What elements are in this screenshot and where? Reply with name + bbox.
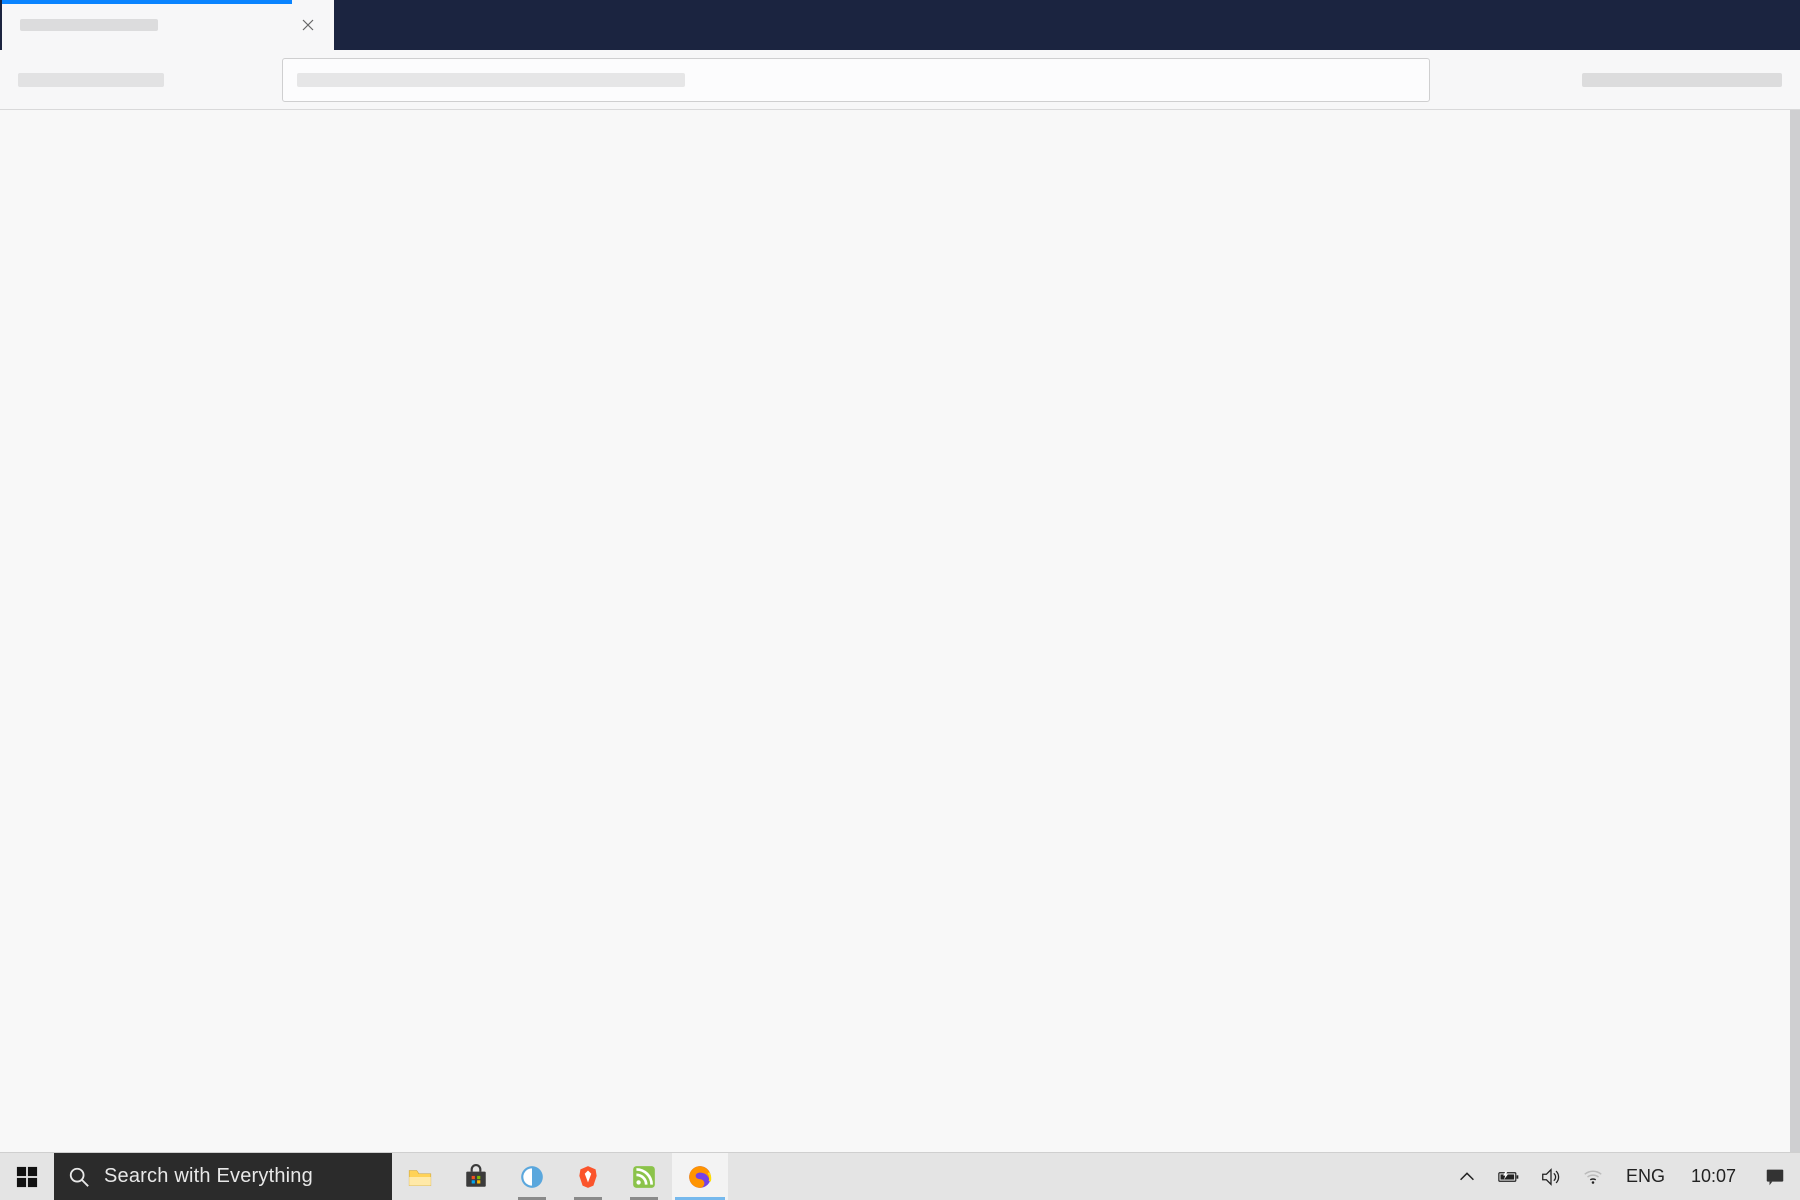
browser-tab-active[interactable] bbox=[2, 0, 334, 50]
chevron-up-icon bbox=[1456, 1166, 1478, 1188]
toolbar-right-placeholder bbox=[1582, 73, 1782, 87]
url-text-placeholder bbox=[297, 73, 685, 87]
browser-toolbar bbox=[0, 50, 1800, 110]
file-explorer-icon bbox=[407, 1164, 433, 1190]
windows-logo-icon bbox=[16, 1166, 38, 1188]
page-content-blank bbox=[0, 110, 1800, 1152]
taskbar-search-placeholder: Search with Everything bbox=[104, 1165, 313, 1188]
vertical-scrollbar[interactable] bbox=[1790, 110, 1800, 1152]
firefox-icon bbox=[687, 1164, 713, 1190]
tray-clock[interactable]: 10:07 bbox=[1683, 1153, 1744, 1200]
nav-buttons-placeholder bbox=[18, 73, 164, 87]
rss-icon bbox=[631, 1164, 657, 1190]
tray-overflow[interactable] bbox=[1452, 1153, 1482, 1200]
taskbar-app-software[interactable] bbox=[504, 1153, 560, 1200]
taskbar-app-microsoft-store[interactable] bbox=[448, 1153, 504, 1200]
search-icon bbox=[68, 1166, 90, 1188]
notification-icon bbox=[1764, 1166, 1786, 1188]
taskbar-app-firefox[interactable] bbox=[672, 1153, 728, 1200]
start-button[interactable] bbox=[0, 1153, 54, 1200]
system-tray: ENG 10:07 bbox=[1452, 1153, 1800, 1200]
taskbar-app-file-explorer[interactable] bbox=[392, 1153, 448, 1200]
tray-language[interactable]: ENG bbox=[1620, 1153, 1671, 1200]
close-icon bbox=[302, 19, 314, 31]
windows-taskbar: Search with Everything bbox=[0, 1152, 1800, 1200]
tray-battery[interactable] bbox=[1494, 1153, 1524, 1200]
language-label: ENG bbox=[1626, 1166, 1665, 1187]
tray-action-center[interactable] bbox=[1756, 1153, 1794, 1200]
tray-network[interactable] bbox=[1578, 1153, 1608, 1200]
browser-tabstrip bbox=[0, 0, 1800, 50]
taskbar-search[interactable]: Search with Everything bbox=[54, 1153, 392, 1200]
clock-label: 10:07 bbox=[1691, 1166, 1736, 1187]
battery-icon bbox=[1498, 1166, 1520, 1188]
taskbar-app-icons bbox=[392, 1153, 728, 1200]
url-bar[interactable] bbox=[282, 58, 1430, 102]
taskbar-app-rss[interactable] bbox=[616, 1153, 672, 1200]
tab-loading-indicator bbox=[2, 0, 292, 4]
taskbar-app-brave[interactable] bbox=[560, 1153, 616, 1200]
tray-volume[interactable] bbox=[1536, 1153, 1566, 1200]
store-icon bbox=[463, 1164, 489, 1190]
brave-icon bbox=[575, 1164, 601, 1190]
scrollbar-thumb[interactable] bbox=[1790, 110, 1800, 1152]
software-icon bbox=[519, 1164, 545, 1190]
tab-title-placeholder bbox=[20, 19, 158, 31]
tab-close-button[interactable] bbox=[300, 17, 316, 33]
volume-icon bbox=[1540, 1166, 1562, 1188]
wifi-icon bbox=[1582, 1166, 1604, 1188]
